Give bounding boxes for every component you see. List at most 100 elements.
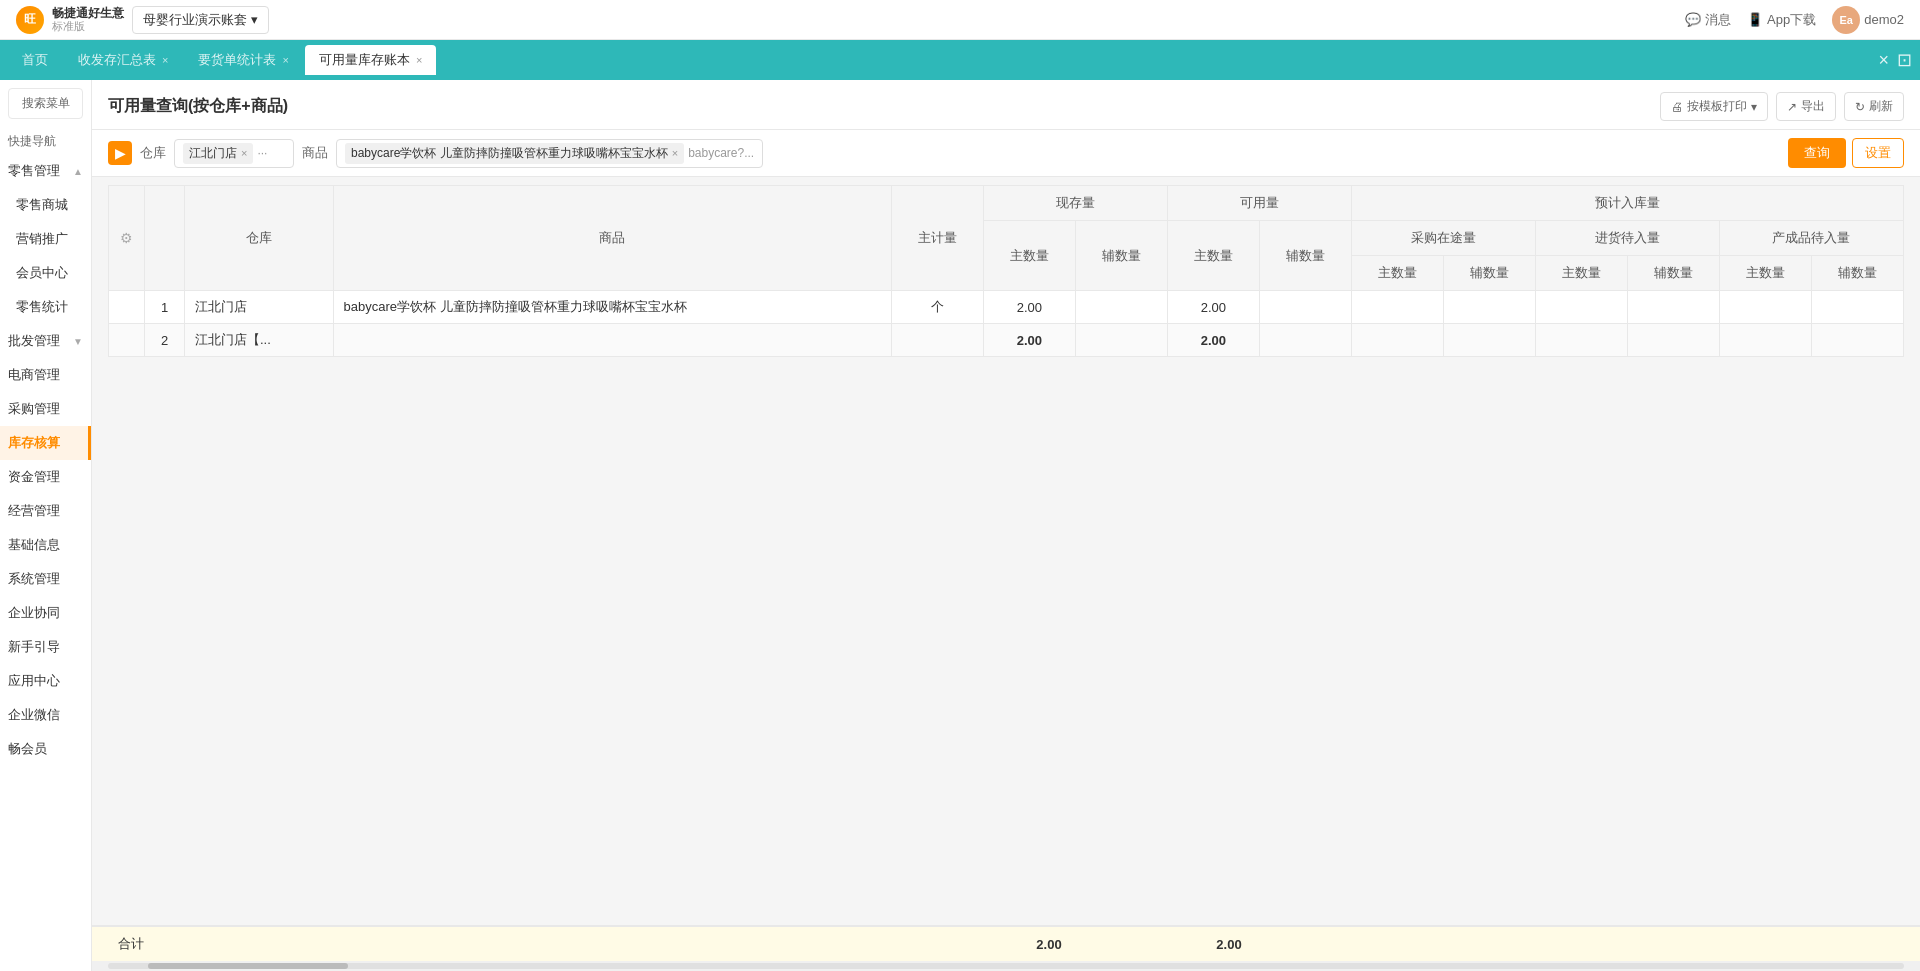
th-stock-group: 现存量	[983, 186, 1167, 221]
refresh-label: 刷新	[1869, 98, 1893, 115]
sidebar-item-retail[interactable]: 零售管理 ▲	[0, 154, 91, 188]
warehouse-tag-value: 江北门店	[189, 145, 237, 162]
app-download-action[interactable]: 📱 App下载	[1747, 11, 1816, 29]
product-tag: babycare学饮杯 儿童防摔防撞吸管杯重力球吸嘴杯宝宝水杯 ×	[345, 143, 684, 164]
sidebar-item-purchase[interactable]: 采购管理	[0, 392, 91, 426]
sidebar-item-appcenter[interactable]: 应用中心	[0, 664, 91, 698]
sidebar-finance-label: 资金管理	[8, 468, 60, 486]
row2-stock-main: 2.00	[983, 324, 1075, 357]
th-purchase-main: 主数量	[1351, 256, 1443, 291]
query-button[interactable]: 查询	[1788, 138, 1846, 168]
gear-icon[interactable]: ⚙	[120, 230, 133, 246]
industry-selector[interactable]: 母婴行业演示账套 ▾	[132, 6, 269, 34]
message-icon: 💬	[1685, 12, 1701, 27]
tab-orders-close[interactable]: ×	[282, 54, 288, 66]
tab-summary[interactable]: 收发存汇总表 ×	[64, 45, 182, 75]
sidebar-item-finance[interactable]: 资金管理	[0, 460, 91, 494]
tab-available[interactable]: 可用量库存账本 ×	[305, 45, 436, 75]
refresh-button[interactable]: ↻ 刷新	[1844, 92, 1904, 121]
sidebar-purchase-label: 采购管理	[8, 400, 60, 418]
sidebar-item-system[interactable]: 系统管理	[0, 562, 91, 596]
warehouse-tag: 江北门店 ×	[183, 143, 253, 164]
row1-avail-aux	[1259, 291, 1351, 324]
expand-button[interactable]: ▶	[108, 141, 132, 165]
footer-label: 合计	[108, 935, 348, 953]
row2-purchase-aux	[1443, 324, 1535, 357]
avatar: Ea	[1832, 6, 1860, 34]
settings-button[interactable]: 设置	[1852, 138, 1904, 168]
sidebar-nav-label[interactable]: 快捷导航	[0, 127, 91, 154]
sidebar-retail-stats-label: 零售统计	[16, 298, 68, 316]
sidebar-item-member[interactable]: 会员中心	[0, 256, 91, 290]
data-table: ⚙ 仓库 商品 主计量 现存量 可用量 预计入库量 主数量 辅数量 主数量	[108, 185, 1904, 357]
row2-production-aux	[1811, 324, 1903, 357]
tab-available-label: 可用量库存账本	[319, 51, 410, 69]
row1-avail-main: 2.00	[1167, 291, 1259, 324]
top-bar: 旺 畅捷通好生意 标准版 母婴行业演示账套 ▾ 💬 消息 📱 App下载 Ea …	[0, 0, 1920, 40]
sidebar-item-retail-stats[interactable]: 零售统计	[0, 290, 91, 324]
sidebar-item-enterprise[interactable]: 企业协同	[0, 596, 91, 630]
warehouse-filter-input[interactable]: 江北门店 × ···	[174, 139, 294, 168]
row1-production-aux	[1811, 291, 1903, 324]
tab-home-label: 首页	[22, 51, 48, 69]
row2-product	[333, 324, 891, 357]
app-name: 畅捷通好生意 标准版	[52, 6, 124, 34]
sidebar-item-retail-shop[interactable]: 零售商城	[0, 188, 91, 222]
content-area: 可用量查询(按仓库+商品) 🖨 按模板打印 ▾ ↗ 导出 ↻ 刷新 ▶	[92, 80, 1920, 971]
horizontal-scrollbar[interactable]	[92, 961, 1920, 971]
tab-available-close[interactable]: ×	[416, 54, 422, 66]
sidebar-item-wholesale[interactable]: 批发管理 ▼	[0, 324, 91, 358]
sidebar-item-marketing[interactable]: 营销推广	[0, 222, 91, 256]
sidebar-item-inventory[interactable]: 库存核算	[0, 426, 91, 460]
message-action[interactable]: 💬 消息	[1685, 11, 1731, 29]
th-production-group: 产成品待入量	[1719, 221, 1903, 256]
sidebar-item-wechat[interactable]: 企业微信	[0, 698, 91, 732]
user-action[interactable]: Ea demo2	[1832, 6, 1904, 34]
tab-bar-actions: × ⊡	[1878, 49, 1912, 71]
th-production-aux: 辅数量	[1811, 256, 1903, 291]
th-production-main: 主数量	[1719, 256, 1811, 291]
sidebar-appcenter-label: 应用中心	[8, 672, 60, 690]
print-icon: 🖨	[1671, 100, 1683, 114]
sidebar-wechat-label: 企业微信	[8, 706, 60, 724]
sidebar-item-operations[interactable]: 经营管理	[0, 494, 91, 528]
tab-home[interactable]: 首页	[8, 45, 62, 75]
row1-product: babycare学饮杯 儿童防摔防撞吸管杯重力球吸嘴杯宝宝水杯	[333, 291, 891, 324]
scroll-thumb[interactable]	[148, 963, 348, 969]
product-filter-input[interactable]: babycare学饮杯 儿童防摔防撞吸管杯重力球吸嘴杯宝宝水杯 × babyca…	[336, 139, 763, 168]
row2-num: 2	[145, 324, 185, 357]
sidebar-ecommerce-label: 电商管理	[8, 366, 60, 384]
warehouse-filter-label: 仓库	[140, 144, 166, 162]
tab-bar: 首页 收发存汇总表 × 要货单统计表 × 可用量库存账本 × × ⊡	[0, 40, 1920, 80]
th-incoming-aux: 辅数量	[1627, 256, 1719, 291]
row1-purchase-main	[1351, 291, 1443, 324]
row1-purchase-aux	[1443, 291, 1535, 324]
warehouse-tag-remove[interactable]: ×	[241, 147, 247, 159]
app-main-name: 畅捷通好生意	[52, 6, 124, 20]
export-button[interactable]: ↗ 导出	[1776, 92, 1836, 121]
sidebar-item-newguide[interactable]: 新手引导	[0, 630, 91, 664]
row2-purchase-main	[1351, 324, 1443, 357]
search-menu-button[interactable]: 搜索菜单	[8, 88, 83, 119]
tab-summary-close[interactable]: ×	[162, 54, 168, 66]
sidebar-item-ecommerce[interactable]: 电商管理	[0, 358, 91, 392]
print-label: 按模板打印	[1687, 98, 1747, 115]
th-stock-aux: 辅数量	[1075, 221, 1167, 291]
app-download-label: App下载	[1767, 11, 1816, 29]
print-button[interactable]: 🖨 按模板打印 ▾	[1660, 92, 1768, 121]
tab-close-all-button[interactable]: ×	[1878, 50, 1889, 71]
row1-num: 1	[145, 291, 185, 324]
table-wrapper: ⚙ 仓库 商品 主计量 现存量 可用量 预计入库量 主数量 辅数量 主数量	[92, 177, 1920, 925]
app-sub-name: 标准版	[52, 20, 124, 33]
product-tag-remove[interactable]: ×	[672, 147, 678, 159]
tab-restore-button[interactable]: ⊡	[1897, 49, 1912, 71]
chevron-up-icon: ▲	[73, 166, 83, 177]
chevron-down-icon: ▾	[1751, 100, 1757, 114]
row1-stock-aux	[1075, 291, 1167, 324]
sidebar-item-basics[interactable]: 基础信息	[0, 528, 91, 562]
sidebar-inventory-label: 库存核算	[8, 434, 60, 452]
tab-summary-label: 收发存汇总表	[78, 51, 156, 69]
sidebar-item-vip[interactable]: 畅会员	[0, 732, 91, 766]
tab-orders[interactable]: 要货单统计表 ×	[184, 45, 302, 75]
th-product: 商品	[333, 186, 891, 291]
